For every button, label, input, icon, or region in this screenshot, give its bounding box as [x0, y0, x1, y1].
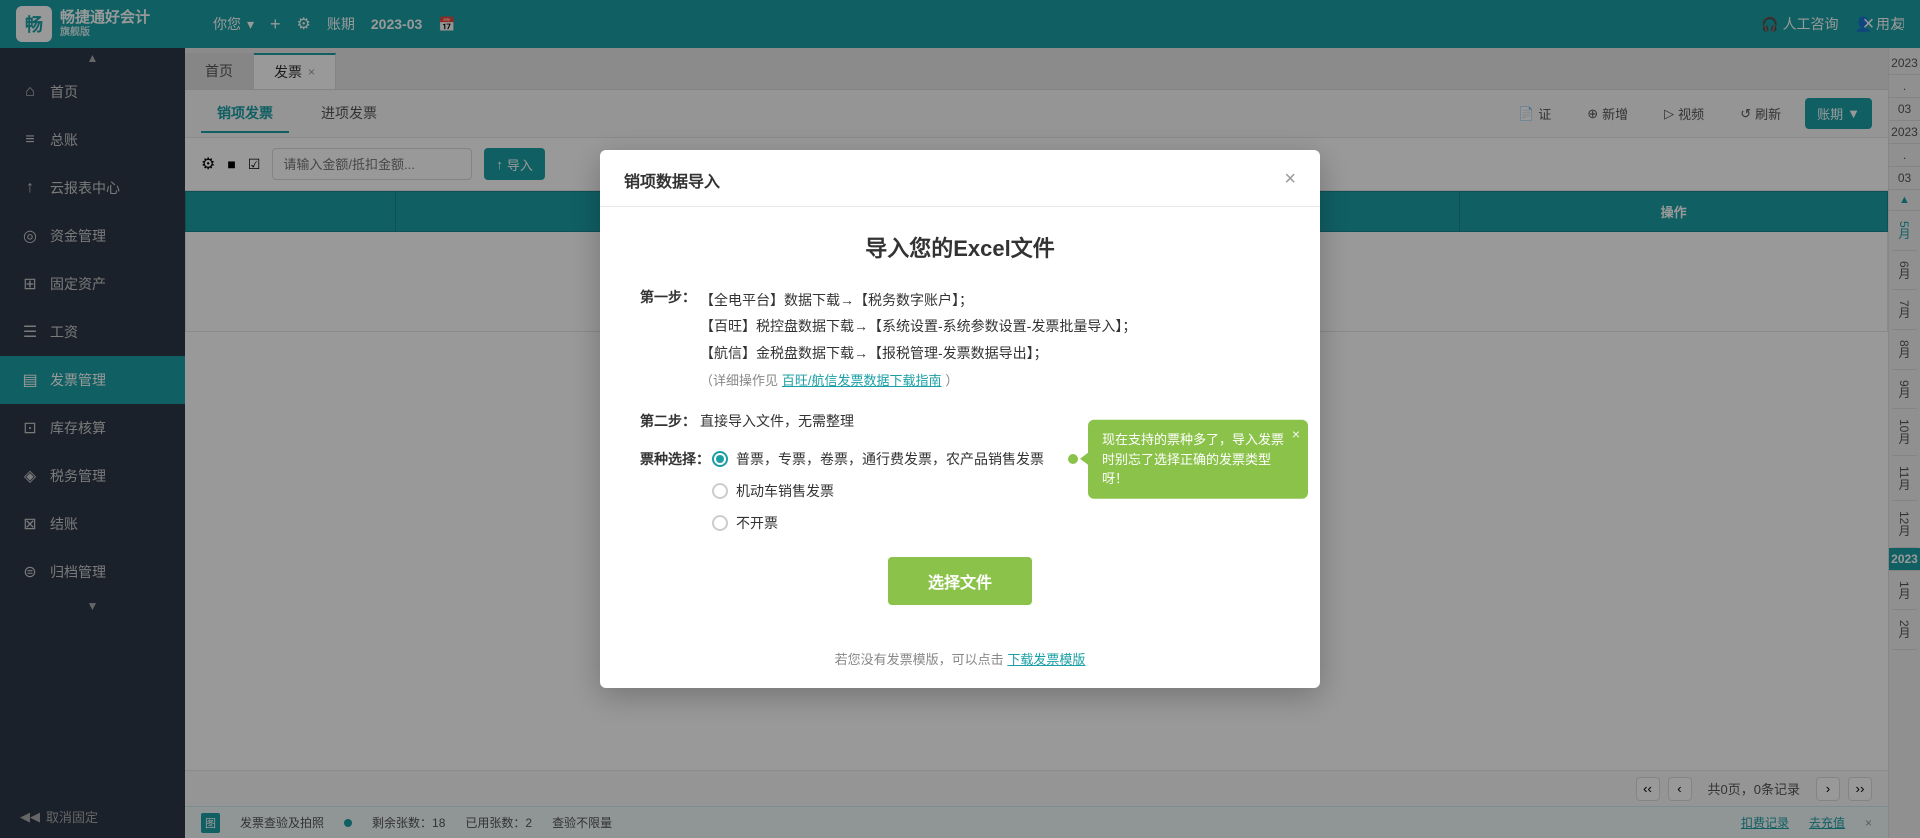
tooltip-box: × 现在支持的票种多了，导入发票时别忘了选择正确的发票类型呀！: [1088, 420, 1308, 499]
tooltip-dot: [1068, 454, 1078, 464]
download-template-link[interactable]: 下载发票模版: [1007, 652, 1085, 667]
step1-row: 第一步： 【全电平台】数据下载→【税务数字账户】； 【百旺】税控盘数据下载→【系…: [640, 287, 1280, 393]
radio-motor[interactable]: [712, 483, 728, 499]
step1-line3: 【航信】金税盘数据下载→【报税管理-发票数据导出】；: [700, 340, 1136, 367]
ticket-label: 票种选择：: [640, 449, 712, 469]
step2-label: 第二步：: [640, 411, 700, 431]
tooltip-close-btn[interactable]: ×: [1292, 424, 1300, 445]
step1-section: 第一步： 【全电平台】数据下载→【税务数字账户】； 【百旺】税控盘数据下载→【系…: [640, 287, 1280, 393]
step1-line1: 【全电平台】数据下载→【税务数字账户】；: [700, 287, 1136, 314]
step1-label: 第一步：: [640, 287, 700, 393]
modal-title: 销项数据导入: [624, 168, 720, 192]
radio-motor-label: 机动车销售发票: [736, 481, 834, 501]
radio-no-ticket-label: 不开票: [736, 513, 778, 533]
step2-content: 直接导入文件，无需整理: [700, 411, 854, 431]
radio-normal-row: 普票，专票，卷票，通行费发票，农产品销售发票 × 现在支持的票种多了，导入发票时…: [712, 449, 1078, 469]
footer-text: 若您没有发票模版，可以点击: [835, 652, 1004, 667]
modal-overlay: 销项数据导入 × 导入您的Excel文件 第一步： 【全电平台】数据下载→【税务…: [0, 0, 1920, 838]
radio-normal-label: 普票，专票，卷票，通行费发票，农产品销售发票: [736, 449, 1044, 469]
tooltip-arrow: [1080, 453, 1088, 465]
radio-normal[interactable]: [712, 451, 728, 467]
modal-body: 导入您的Excel文件 第一步： 【全电平台】数据下载→【税务数字账户】； 【百…: [600, 207, 1320, 637]
step1-hint: （详细操作见 百旺/航信发票数据下载指南 ）: [700, 367, 1136, 394]
radio-motor-row: 机动车销售发票: [712, 481, 1078, 501]
radio-no-ticket-row: 不开票: [712, 513, 1078, 533]
ticket-section: 票种选择： 普票，专票，卷票，通行费发票，农产品销售发票 × 现: [640, 449, 1280, 533]
step1-line2: 【百旺】税控盘数据下载→【系统设置-系统参数设置-发票批量导入】；: [700, 313, 1136, 340]
modal: 销项数据导入 × 导入您的Excel文件 第一步： 【全电平台】数据下载→【税务…: [600, 150, 1320, 688]
modal-close-btn[interactable]: ×: [1284, 168, 1296, 191]
step1-guide-link[interactable]: 百旺/航信发票数据下载指南: [782, 373, 942, 388]
radio-group: 普票，专票，卷票，通行费发票，农产品销售发票 × 现在支持的票种多了，导入发票时…: [712, 449, 1078, 533]
select-file-btn[interactable]: 选择文件: [888, 557, 1032, 605]
modal-main-title: 导入您的Excel文件: [640, 231, 1280, 263]
tooltip-container: × 现在支持的票种多了，导入发票时别忘了选择正确的发票类型呀！: [1068, 451, 1078, 467]
modal-footer: 若您没有发票模版，可以点击 下载发票模版: [600, 637, 1320, 688]
modal-header: 销项数据导入 ×: [600, 150, 1320, 207]
radio-no-ticket[interactable]: [712, 515, 728, 531]
step1-content: 【全电平台】数据下载→【税务数字账户】； 【百旺】税控盘数据下载→【系统设置-系…: [700, 287, 1136, 393]
tooltip-text: 现在支持的票种多了，导入发票时别忘了选择正确的发票类型呀！: [1102, 432, 1284, 486]
